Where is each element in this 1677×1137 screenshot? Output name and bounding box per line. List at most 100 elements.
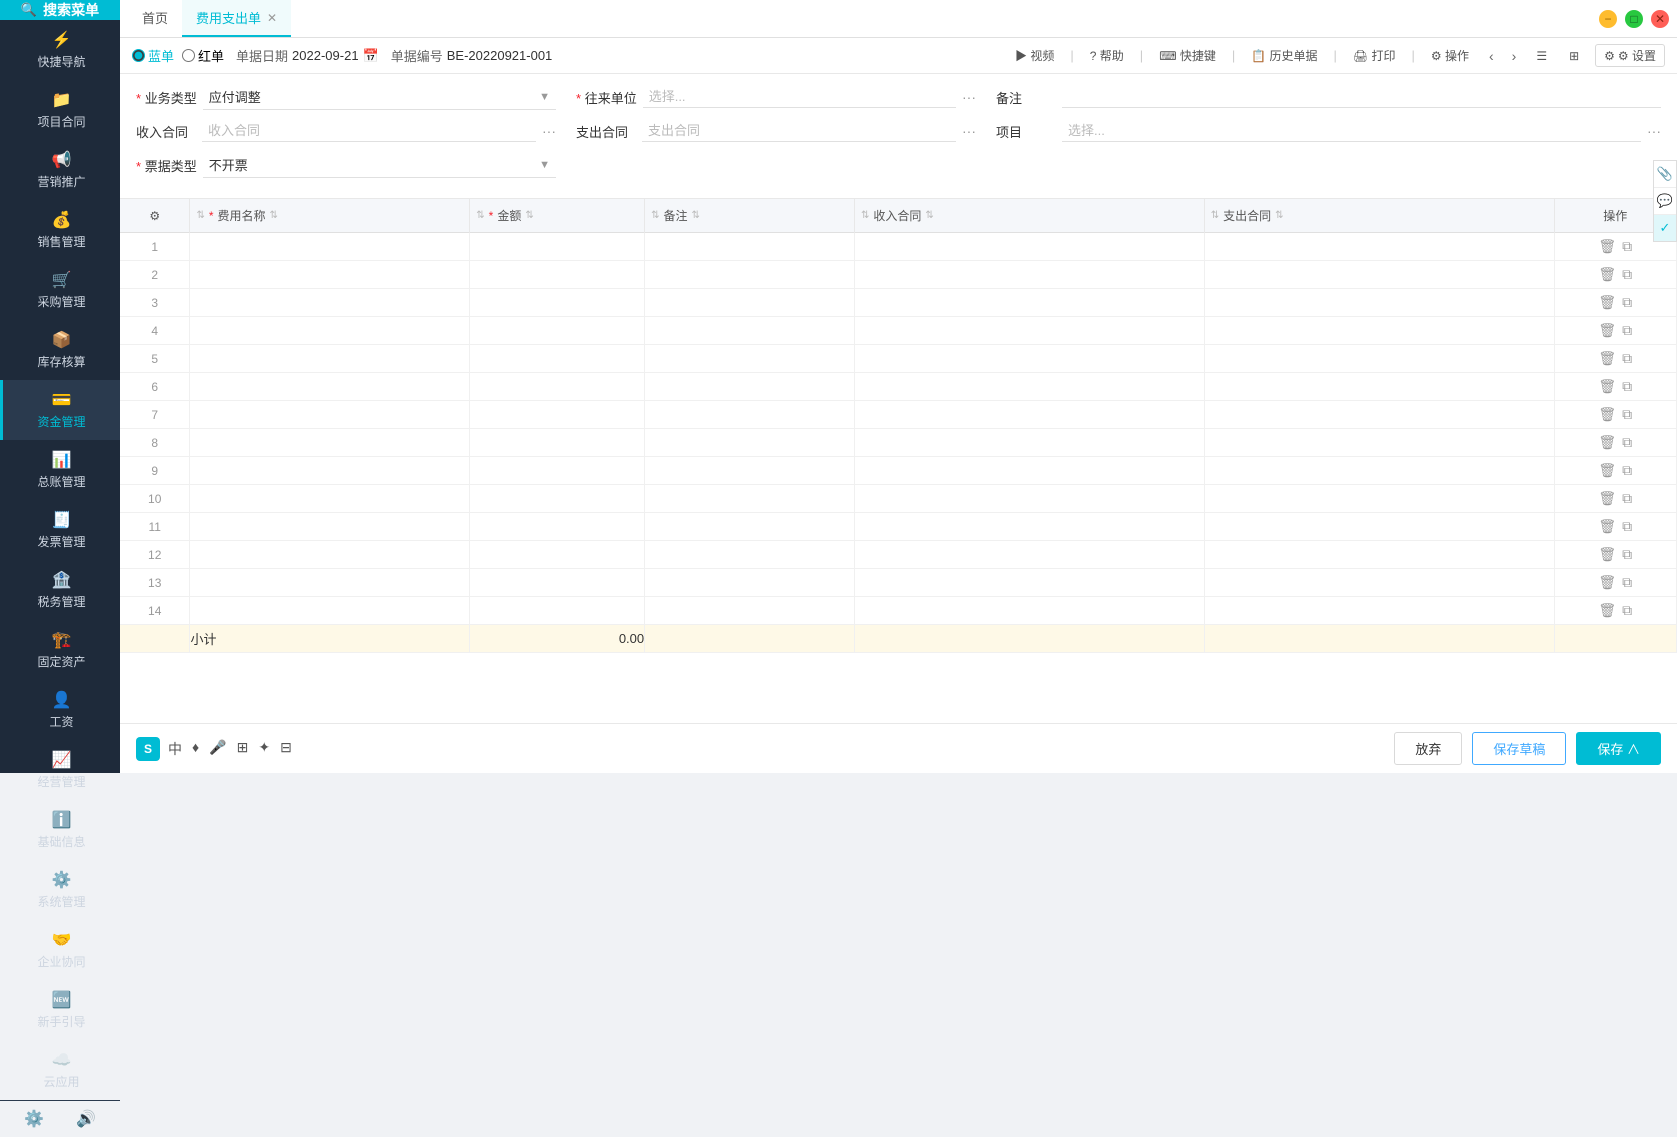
sidebar-item-accounting[interactable]: 📊 总账管理 — [0, 440, 120, 500]
row-income-contract-3[interactable] — [855, 289, 1205, 317]
business-type-select[interactable]: 应付调整 ▼ — [203, 84, 556, 110]
sidebar-item-invoice[interactable]: 🧾 发票管理 — [0, 500, 120, 560]
row-expense-name-2[interactable] — [190, 261, 470, 289]
row-expense-name-13[interactable] — [190, 569, 470, 597]
sidebar-item-tax[interactable]: 🏦 税务管理 — [0, 560, 120, 620]
row-expense-contract-2[interactable] — [1204, 261, 1554, 289]
row-copy-icon-12[interactable]: ⧉ — [1622, 546, 1632, 563]
action-help[interactable]: ? 帮助 — [1084, 45, 1130, 66]
row-expense-name-14[interactable] — [190, 597, 470, 625]
row-copy-icon-8[interactable]: ⧉ — [1622, 434, 1632, 451]
row-delete-icon-3[interactable]: 🗑 — [1598, 294, 1616, 311]
edge-attachment-icon[interactable]: 📎 — [1654, 161, 1676, 188]
row-expense-name-7[interactable] — [190, 401, 470, 429]
row-amount-14[interactable] — [470, 597, 645, 625]
sidebar-item-project-contract[interactable]: 📁 项目合同 — [0, 80, 120, 140]
business-type-arrow[interactable]: ▼ — [539, 91, 550, 103]
row-delete-icon-10[interactable]: 🗑 — [1598, 490, 1616, 507]
income-contract-dots-icon[interactable]: ··· — [542, 123, 556, 139]
counterpart-dots-icon[interactable]: ··· — [962, 89, 976, 105]
row-expense-name-5[interactable] — [190, 345, 470, 373]
row-income-contract-5[interactable] — [855, 345, 1205, 373]
row-copy-icon-3[interactable]: ⧉ — [1622, 294, 1632, 311]
row-income-contract-10[interactable] — [855, 485, 1205, 513]
row-amount-11[interactable] — [470, 513, 645, 541]
row-expense-contract-5[interactable] — [1204, 345, 1554, 373]
row-amount-1[interactable] — [470, 233, 645, 261]
row-amount-13[interactable] — [470, 569, 645, 597]
row-copy-icon-5[interactable]: ⧉ — [1622, 350, 1632, 367]
row-expense-contract-4[interactable] — [1204, 317, 1554, 345]
row-income-contract-8[interactable] — [855, 429, 1205, 457]
sidebar-item-payroll[interactable]: 👤 工资 — [0, 680, 120, 740]
row-income-contract-12[interactable] — [855, 541, 1205, 569]
row-copy-icon-6[interactable]: ⧉ — [1622, 378, 1632, 395]
tab-home[interactable]: 首页 — [128, 0, 182, 37]
row-notes-1[interactable] — [645, 233, 855, 261]
action-history[interactable]: 📋 历史单据 — [1245, 45, 1323, 66]
sort-icon-income[interactable]: ⇅ — [861, 210, 869, 221]
row-delete-icon-12[interactable]: 🗑 — [1598, 546, 1616, 563]
radio-red-label[interactable]: 红单 — [182, 46, 224, 65]
action-operation[interactable]: ⚙ 操作 — [1425, 45, 1475, 66]
sidebar-item-base-info[interactable]: ℹ️ 基础信息 — [0, 800, 120, 860]
row-notes-8[interactable] — [645, 429, 855, 457]
sidebar-item-corp[interactable]: 🤝 企业协同 — [0, 920, 120, 980]
sidebar-item-sys[interactable]: ⚙️ 系统管理 — [0, 860, 120, 920]
sidebar-search[interactable]: 🔍 搜索菜单 — [0, 0, 120, 20]
sidebar-item-sales[interactable]: 💰 销售管理 — [0, 200, 120, 260]
table-settings-icon[interactable]: ⚙ — [149, 209, 160, 223]
row-amount-10[interactable] — [470, 485, 645, 513]
notes-input[interactable] — [1062, 86, 1661, 108]
row-income-contract-2[interactable] — [855, 261, 1205, 289]
nav-prev-button[interactable]: ‹ — [1485, 46, 1498, 66]
sort-icon-expense-name[interactable]: ⇅ — [196, 210, 204, 221]
row-income-contract-9[interactable] — [855, 457, 1205, 485]
row-amount-9[interactable] — [470, 457, 645, 485]
invoice-type-select[interactable]: 不开票 ▼ — [203, 152, 556, 178]
date-value[interactable]: 2022-09-21 — [292, 48, 359, 63]
view-grid-button[interactable]: ⊞ — [1563, 47, 1585, 65]
sort-icon-income-2[interactable]: ⇅ — [925, 210, 933, 221]
radio-blue-label[interactable]: 蓝单 — [132, 46, 174, 65]
row-amount-12[interactable] — [470, 541, 645, 569]
row-delete-icon-11[interactable]: 🗑 — [1598, 518, 1616, 535]
row-notes-5[interactable] — [645, 345, 855, 373]
row-notes-10[interactable] — [645, 485, 855, 513]
row-expense-contract-12[interactable] — [1204, 541, 1554, 569]
tab-close-icon[interactable]: ✕ — [267, 11, 277, 25]
expense-contract-input[interactable] — [642, 120, 956, 142]
expense-contract-dots-icon[interactable]: ··· — [962, 123, 976, 139]
row-copy-icon-13[interactable]: ⧉ — [1622, 574, 1632, 591]
row-notes-4[interactable] — [645, 317, 855, 345]
brand-action-diamond[interactable]: ♦ — [192, 739, 199, 759]
sidebar-item-fixed-assets[interactable]: 🏗️ 固定资产 — [0, 620, 120, 680]
row-delete-icon-2[interactable]: 🗑 — [1598, 266, 1616, 283]
row-income-contract-13[interactable] — [855, 569, 1205, 597]
row-income-contract-6[interactable] — [855, 373, 1205, 401]
row-expense-name-10[interactable] — [190, 485, 470, 513]
row-expense-name-8[interactable] — [190, 429, 470, 457]
row-amount-5[interactable] — [470, 345, 645, 373]
row-delete-icon-14[interactable]: 🗑 — [1598, 602, 1616, 619]
row-income-contract-4[interactable] — [855, 317, 1205, 345]
sort-icon-expense-name-2[interactable]: ⇅ — [270, 210, 278, 221]
row-expense-contract-13[interactable] — [1204, 569, 1554, 597]
volume-bottom-icon[interactable]: 🔊 — [76, 1109, 96, 1129]
row-copy-icon-14[interactable]: ⧉ — [1622, 602, 1632, 619]
row-income-contract-1[interactable] — [855, 233, 1205, 261]
row-amount-4[interactable] — [470, 317, 645, 345]
brand-action-minus[interactable]: ⊟ — [280, 739, 292, 759]
sort-icon-notes[interactable]: ⇅ — [651, 210, 659, 221]
row-copy-icon-7[interactable]: ⧉ — [1622, 406, 1632, 423]
action-print[interactable]: 🖨 打印 — [1347, 45, 1402, 66]
invoice-type-arrow[interactable]: ▼ — [539, 159, 550, 171]
window-max-button[interactable]: □ — [1625, 10, 1643, 28]
row-notes-6[interactable] — [645, 373, 855, 401]
row-amount-8[interactable] — [470, 429, 645, 457]
row-expense-contract-11[interactable] — [1204, 513, 1554, 541]
row-notes-12[interactable] — [645, 541, 855, 569]
row-notes-7[interactable] — [645, 401, 855, 429]
row-delete-icon-6[interactable]: 🗑 — [1598, 378, 1616, 395]
brand-action-grid[interactable]: ⊞ — [237, 739, 249, 759]
